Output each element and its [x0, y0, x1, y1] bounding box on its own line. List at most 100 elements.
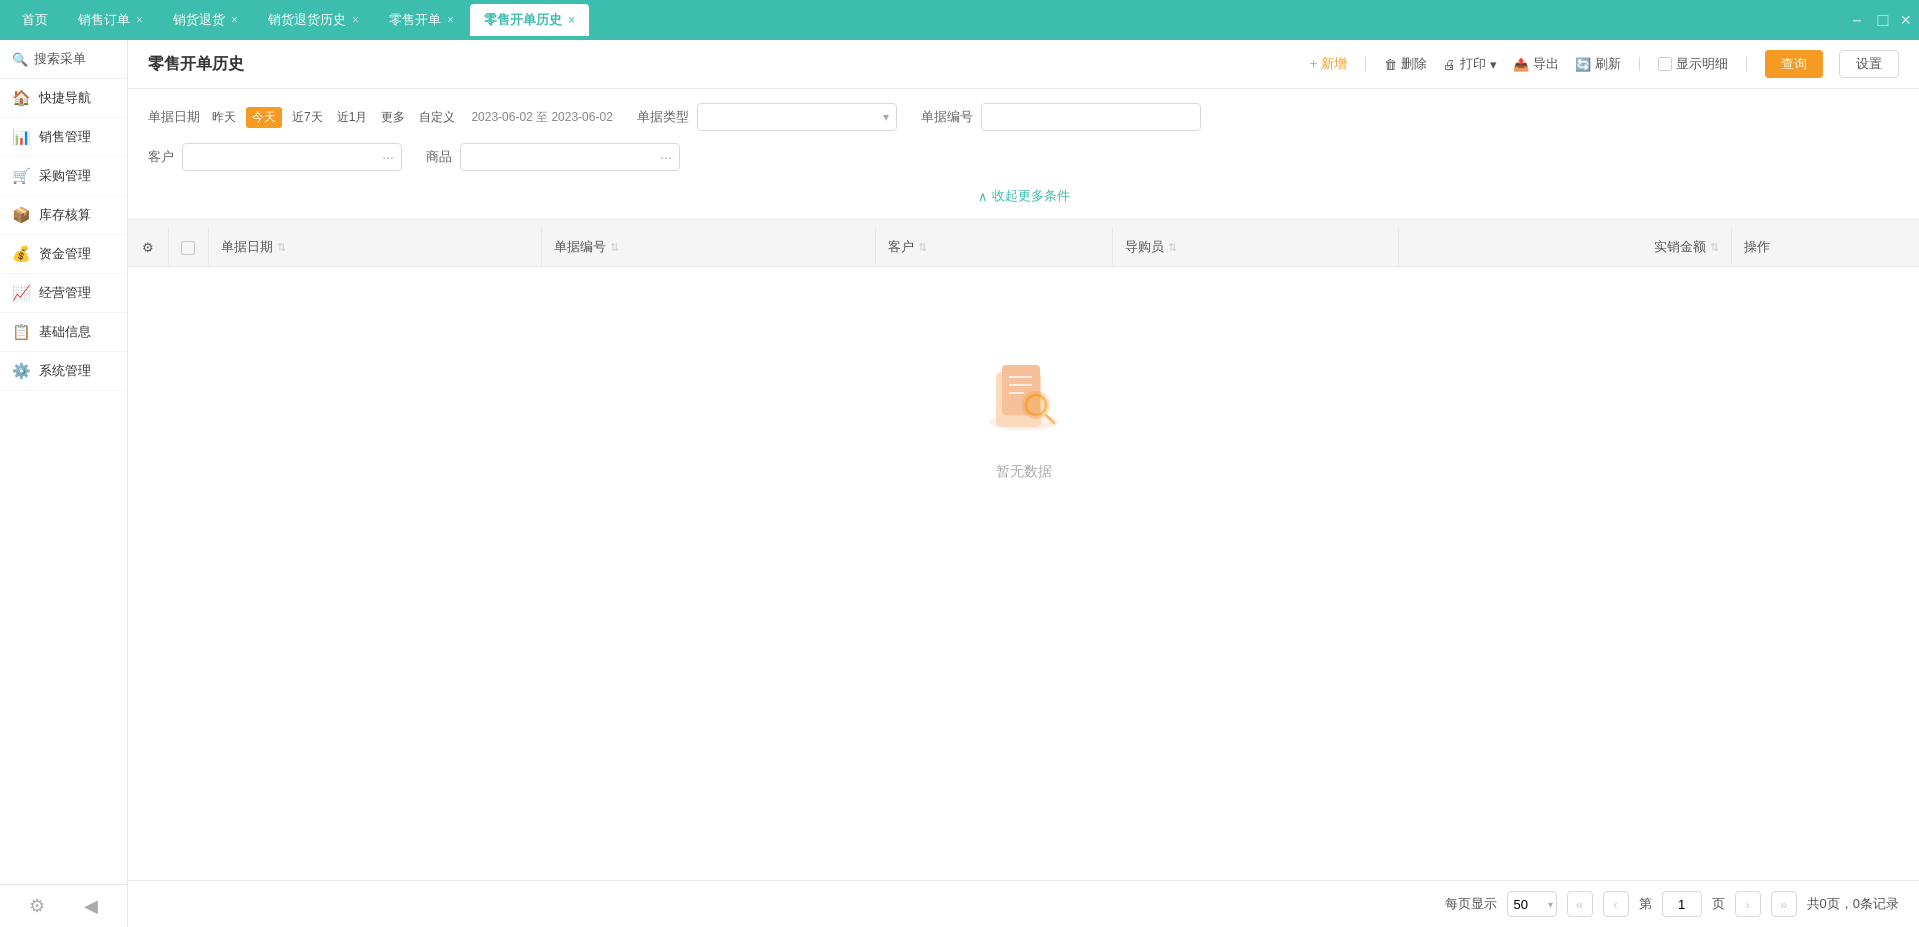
- sort-date[interactable]: 单据日期 ⇅: [221, 238, 530, 256]
- table-settings-icon[interactable]: ⚙: [142, 240, 154, 255]
- th-amount[interactable]: 实销金额 ⇅: [1398, 228, 1732, 267]
- tab-sales-order-close[interactable]: ×: [136, 13, 143, 27]
- print-dropdown-icon: ▾: [1490, 57, 1497, 72]
- sidebar-settings-btn[interactable]: ⚙: [29, 895, 45, 917]
- doc-type-filter-group: 单据类型 ▾: [637, 103, 897, 131]
- shortcut-today[interactable]: 今天: [246, 107, 282, 128]
- date-filter-group: 单据日期 昨天 今天 近7天 近1月 更多 自定义 2023-06-02 至 2…: [148, 107, 613, 128]
- tab-home[interactable]: 首页: [8, 4, 62, 36]
- sidebar-item-quick-nav[interactable]: 🏠 快捷导航: [0, 79, 127, 118]
- tab-retail-open[interactable]: 零售开单 ×: [375, 4, 468, 36]
- filter-row-2: 客户 ··· 商品 ···: [148, 143, 1899, 171]
- inventory-icon: 📦: [12, 206, 31, 224]
- sort-guide[interactable]: 导购员 ⇅: [1125, 238, 1385, 256]
- doc-no-input[interactable]: [981, 103, 1201, 131]
- th-guide[interactable]: 导购员 ⇅: [1113, 228, 1398, 267]
- add-button[interactable]: + 新增: [1310, 55, 1347, 73]
- query-button[interactable]: 查询: [1765, 50, 1823, 78]
- sidebar-search[interactable]: 🔍 搜索采单: [0, 40, 127, 79]
- per-page-select[interactable]: 50 10 20 100: [1507, 891, 1557, 917]
- sort-customer[interactable]: 客户 ⇅: [888, 238, 1100, 256]
- sidebar-item-sales-mgmt[interactable]: 📊 销售管理: [0, 118, 127, 157]
- operations-icon: 📈: [12, 284, 31, 302]
- window-close-btn[interactable]: ×: [1900, 10, 1911, 31]
- next-page-btn[interactable]: ›: [1735, 891, 1761, 917]
- tab-sales-return[interactable]: 销货退货 ×: [159, 4, 252, 36]
- tab-bar-actions: － □ ×: [1848, 8, 1911, 32]
- shortcut-more[interactable]: 更多: [377, 107, 409, 128]
- tab-retail-open-close[interactable]: ×: [447, 13, 454, 27]
- export-icon: 📤: [1513, 57, 1529, 72]
- delete-button[interactable]: 🗑 删除: [1384, 55, 1427, 73]
- empty-state-icon: [974, 347, 1074, 447]
- sidebar-search-label: 搜索采单: [34, 50, 86, 68]
- prev-page-btn[interactable]: ‹: [1603, 891, 1629, 917]
- goods-input[interactable]: [460, 143, 680, 171]
- sidebar-item-purchase-mgmt[interactable]: 🛒 采购管理: [0, 157, 127, 196]
- tab-home-label: 首页: [22, 11, 48, 29]
- table-wrapper: ⚙ 单据日期 ⇅: [128, 228, 1919, 561]
- first-page-btn[interactable]: «: [1567, 891, 1593, 917]
- current-page-input[interactable]: [1662, 891, 1702, 917]
- customer-search-icon[interactable]: ···: [382, 149, 394, 165]
- divider: [1365, 57, 1366, 71]
- window-maximize-btn[interactable]: □: [1878, 10, 1889, 31]
- th-customer[interactable]: 客户 ⇅: [875, 228, 1112, 267]
- sort-doc-no[interactable]: 单据编号 ⇅: [554, 238, 863, 256]
- collapse-btn[interactable]: ∧ 收起更多条件: [978, 183, 1070, 205]
- doc-type-select[interactable]: [697, 103, 897, 131]
- sidebar-collapse-btn[interactable]: ◀: [84, 895, 98, 917]
- export-button[interactable]: 📤 导出: [1513, 55, 1559, 73]
- tab-sales-return-history[interactable]: 销货退货历史 ×: [254, 4, 373, 36]
- empty-state: 暂无数据: [128, 267, 1919, 561]
- last-page-btn[interactable]: »: [1771, 891, 1797, 917]
- th-doc-no[interactable]: 单据编号 ⇅: [542, 228, 876, 267]
- doc-no-input-wrap: [981, 103, 1201, 131]
- goods-search-icon[interactable]: ···: [660, 149, 672, 165]
- shortcut-last7[interactable]: 近7天: [288, 107, 327, 128]
- header-checkbox[interactable]: [181, 241, 195, 255]
- sidebar-item-sys-mgmt[interactable]: ⚙️ 系统管理: [0, 352, 127, 391]
- sort-amount[interactable]: 实销金额 ⇅: [1411, 238, 1720, 256]
- page-title: 零售开单历史: [148, 54, 244, 75]
- sidebar-item-label: 基础信息: [39, 323, 91, 341]
- settings-button[interactable]: 设置: [1839, 50, 1899, 78]
- th-checkbox[interactable]: [168, 228, 208, 267]
- display-detail-button[interactable]: 显示明细: [1658, 55, 1728, 73]
- display-checkbox: [1658, 57, 1672, 71]
- tab-bar: 首页 销售订单 × 销货退货 × 销货退货历史 × 零售开单 × 零售开单历史 …: [0, 0, 1919, 40]
- page-label: 第: [1639, 895, 1652, 913]
- basic-info-icon: 📋: [12, 323, 31, 341]
- goods-label: 商品: [426, 148, 452, 166]
- shortcut-yesterday[interactable]: 昨天: [208, 107, 240, 128]
- doc-no-filter-group: 单据编号: [921, 103, 1201, 131]
- sidebar-item-operations[interactable]: 📈 经营管理: [0, 274, 127, 313]
- shortcut-last-month[interactable]: 近1月: [333, 107, 372, 128]
- th-settings[interactable]: ⚙: [128, 228, 168, 267]
- customer-input[interactable]: [182, 143, 402, 171]
- filter-area: 单据日期 昨天 今天 近7天 近1月 更多 自定义 2023-06-02 至 2…: [128, 89, 1919, 220]
- sales-mgmt-icon: 📊: [12, 128, 31, 146]
- tab-sales-return-label: 销货退货: [173, 11, 225, 29]
- sidebar-item-finance[interactable]: 💰 资金管理: [0, 235, 127, 274]
- pagination-bar: 每页显示 50 10 20 100 ▾ « ‹ 第 页 › » 共0页，0条记录: [128, 880, 1919, 927]
- sidebar-footer: ⚙ ◀: [0, 884, 127, 927]
- tab-sales-return-history-close[interactable]: ×: [352, 13, 359, 27]
- print-button[interactable]: 🖨 打印 ▾: [1443, 55, 1497, 73]
- page-header: 零售开单历史 + 新增 🗑 删除 🖨 打印 ▾ 📤 导出 �: [128, 40, 1919, 89]
- shortcut-custom[interactable]: 自定义: [415, 107, 459, 128]
- th-date[interactable]: 单据日期 ⇅: [208, 228, 542, 267]
- sidebar-item-label: 快捷导航: [39, 89, 91, 107]
- tab-retail-history-close[interactable]: ×: [568, 13, 575, 27]
- sidebar-item-label: 库存核算: [39, 206, 91, 224]
- toolbar-actions: + 新增 🗑 删除 🖨 打印 ▾ 📤 导出 🔄 刷新: [1310, 50, 1899, 78]
- tab-sales-return-close[interactable]: ×: [231, 13, 238, 27]
- refresh-icon: 🔄: [1575, 57, 1591, 72]
- sidebar-item-basic-info[interactable]: 📋 基础信息: [0, 313, 127, 352]
- tab-retail-history[interactable]: 零售开单历史 ×: [470, 4, 589, 36]
- search-icon: 🔍: [12, 52, 28, 67]
- sidebar-item-inventory[interactable]: 📦 库存核算: [0, 196, 127, 235]
- tab-sales-order[interactable]: 销售订单 ×: [64, 4, 157, 36]
- refresh-button[interactable]: 🔄 刷新: [1575, 55, 1621, 73]
- window-minimize-btn[interactable]: －: [1848, 8, 1866, 32]
